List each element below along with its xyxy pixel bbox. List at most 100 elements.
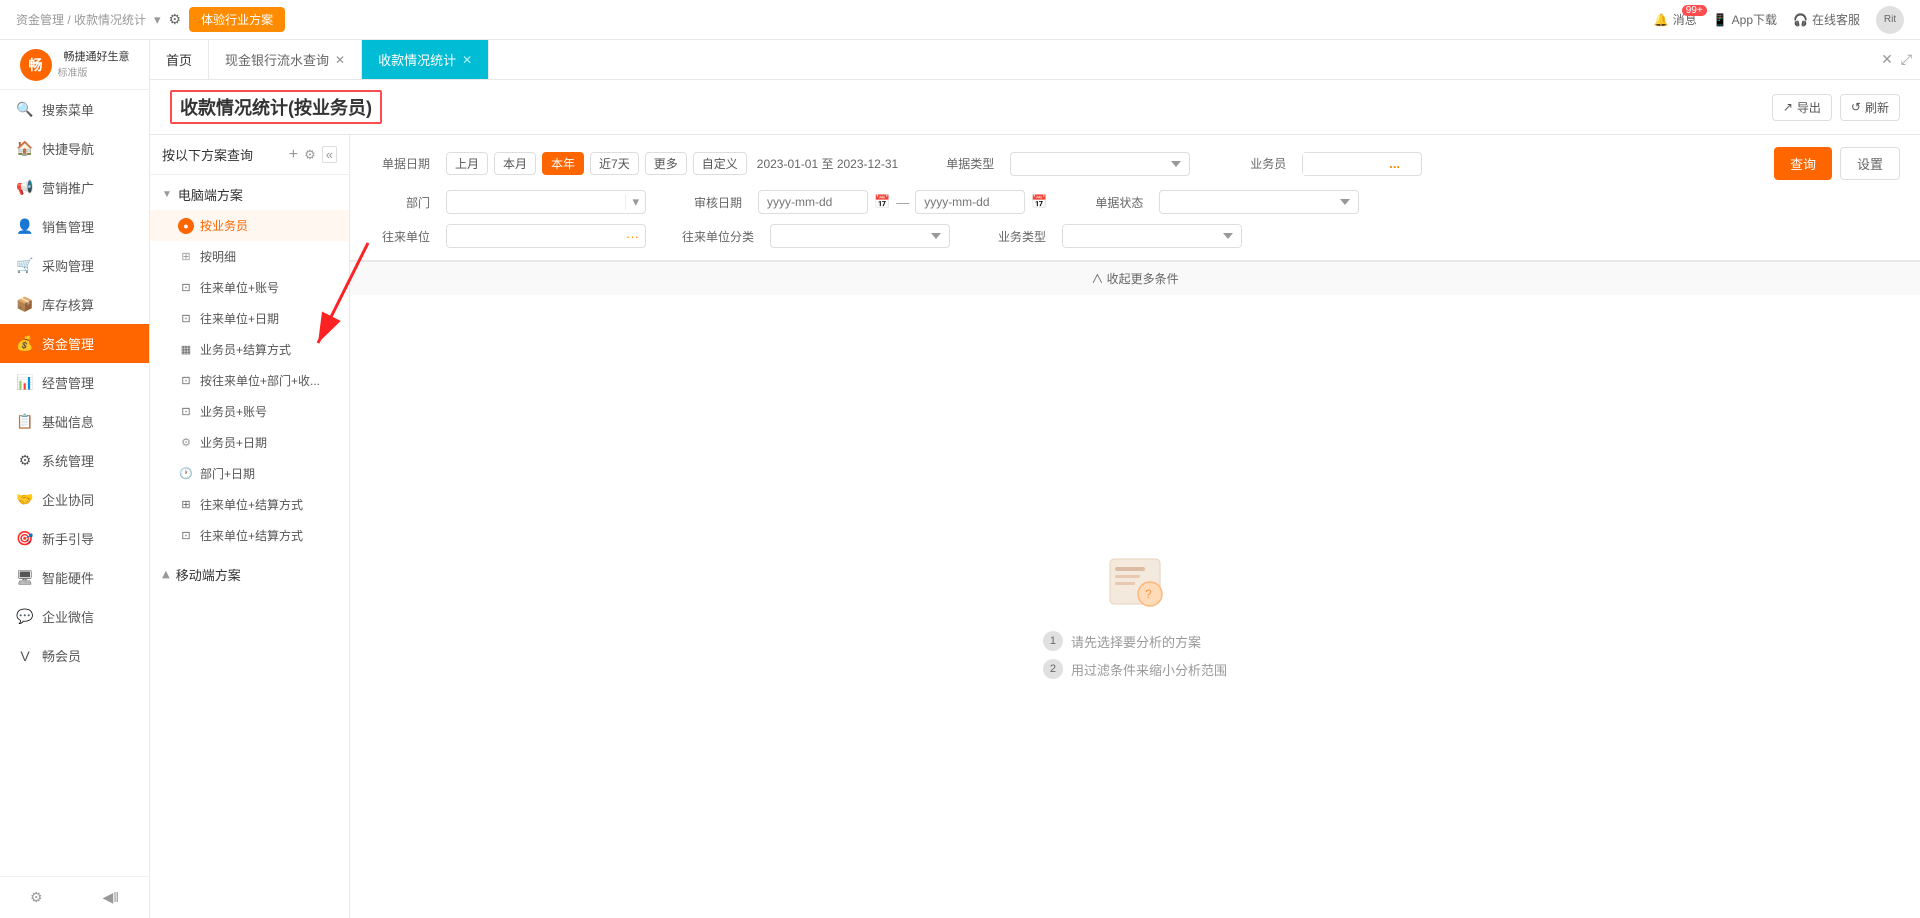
query-collapse-icon[interactable]: « bbox=[322, 146, 337, 163]
sidebar-item-finance[interactable]: 💰 资金管理 bbox=[0, 324, 149, 363]
top-bar-right: 🔔 消息 99+ 📱 App下载 🎧 在线客服 Rit bbox=[1654, 6, 1904, 34]
date-range-text: 2023-01-01 至 2023-12-31 bbox=[757, 155, 898, 172]
desktop-section-header[interactable]: ▼ 电脑端方案 bbox=[150, 179, 349, 210]
tab-maximize-btn[interactable]: ⤢ bbox=[1901, 51, 1912, 68]
trial-button[interactable]: 体验行业方案 bbox=[189, 7, 285, 32]
query-item-salesperson-settle[interactable]: ▦ 业务员+结算方式 bbox=[150, 334, 349, 365]
sidebar-item-smart-hw[interactable]: 🖥 智能硬件 bbox=[0, 558, 149, 597]
tab-close-btn[interactable]: ✕ bbox=[1881, 51, 1893, 68]
calendar-start-icon[interactable]: 📅 bbox=[874, 194, 890, 210]
online-service[interactable]: 🎧 在线客服 bbox=[1793, 11, 1860, 28]
date-btn-last-month[interactable]: 上月 bbox=[446, 152, 488, 175]
date-btn-custom[interactable]: 自定义 bbox=[693, 152, 747, 175]
unit-classify-select[interactable] bbox=[770, 224, 950, 248]
query-settings-icon[interactable]: ⚙ bbox=[304, 147, 316, 163]
audit-date-start[interactable] bbox=[758, 190, 868, 214]
unit-account-icon: ⊡ bbox=[178, 280, 194, 296]
unit-input-wrap: ··· bbox=[446, 224, 646, 248]
unit-settle1-icon: ⊞ bbox=[178, 497, 194, 513]
breadcrumb: 资金管理 / 收款情况统计 bbox=[16, 11, 146, 28]
sidebar-item-purchase[interactable]: 🛒 采购管理 bbox=[0, 246, 149, 285]
query-button[interactable]: 查询 bbox=[1774, 147, 1832, 180]
sidebar-item-quick-nav[interactable]: 🏠 快捷导航 bbox=[0, 129, 149, 168]
query-item-dept-date[interactable]: 🕐 部门+日期 bbox=[150, 458, 349, 489]
top-settings-icon[interactable]: ⚙ bbox=[169, 11, 182, 28]
dropdown-icon[interactable]: ▾ bbox=[154, 12, 161, 28]
dept-input[interactable] bbox=[447, 191, 625, 213]
page-content: 收款情况统计(按业务员) ↗ 导出 ↺ 刷新 bbox=[150, 80, 1920, 918]
refresh-button[interactable]: ↺ 刷新 bbox=[1840, 94, 1900, 121]
tab-bank-close[interactable]: ✕ bbox=[335, 53, 345, 67]
tab-home[interactable]: 首页 bbox=[150, 40, 209, 79]
sidebar-nav: 🔍 搜索菜单 🏠 快捷导航 📢 营销推广 👤 销售管理 🛒 采购管理 📦 bbox=[0, 90, 149, 876]
sidebar-item-base-info[interactable]: 📋 基础信息 bbox=[0, 402, 149, 441]
calendar-end-icon[interactable]: 📅 bbox=[1031, 194, 1047, 210]
date-btn-more[interactable]: 更多 bbox=[645, 152, 687, 175]
message-badge[interactable]: 🔔 消息 99+ bbox=[1654, 11, 1697, 28]
salesperson-input[interactable] bbox=[1303, 153, 1383, 175]
sidebar-item-label-inventory: 库存核算 bbox=[42, 295, 94, 314]
content-area: 首页 现金银行流水查询 ✕ 收款情况统计 ✕ ✕ ⤢ 收款情况统计(按业务员) bbox=[150, 40, 1920, 918]
edition-badge: 标准版 bbox=[58, 64, 130, 79]
salesperson-more-btn[interactable]: ... bbox=[1383, 156, 1406, 171]
dept-dropdown-icon[interactable]: ▾ bbox=[625, 194, 645, 210]
query-add-icon[interactable]: + bbox=[289, 146, 298, 164]
sidebar-item-guide[interactable]: 🎯 新手引导 bbox=[0, 519, 149, 558]
sidebar-item-label-finance: 资金管理 bbox=[42, 334, 94, 353]
date-btn-this-month[interactable]: 本月 bbox=[494, 152, 536, 175]
collapse-bar[interactable]: ∧ 收起更多条件 bbox=[350, 261, 1920, 295]
sidebar-item-marketing[interactable]: 📢 营销推广 bbox=[0, 168, 149, 207]
tab-collection-close[interactable]: ✕ bbox=[462, 53, 472, 67]
tab-bank[interactable]: 现金银行流水查询 ✕ bbox=[209, 40, 362, 79]
member-icon: V bbox=[16, 647, 34, 665]
sidebar-collapse-icon[interactable]: ◀‖ bbox=[94, 885, 127, 910]
empty-steps: 1 请先选择要分析的方案 2 用过滤条件来缩小分析范围 bbox=[1043, 631, 1227, 679]
query-item-unit-settle1[interactable]: ⊞ 往来单位+结算方式 bbox=[150, 489, 349, 520]
bell-icon: 🔔 bbox=[1654, 13, 1669, 27]
sidebar-item-wechat[interactable]: 💬 企业微信 bbox=[0, 597, 149, 636]
query-item-unit-dept-collect[interactable]: ⊡ 按往来单位+部门+收... bbox=[150, 365, 349, 396]
query-item-unit-account[interactable]: ⊡ 往来单位+账号 bbox=[150, 272, 349, 303]
query-item-salesperson-date[interactable]: ⚙ 业务员+日期 bbox=[150, 427, 349, 458]
user-avatar[interactable]: Rit bbox=[1876, 6, 1904, 34]
export-button[interactable]: ↗ 导出 bbox=[1772, 94, 1832, 121]
mobile-section-header[interactable]: ▶ 移动端方案 bbox=[150, 559, 349, 590]
date-btn-7days[interactable]: 近7天 bbox=[590, 152, 639, 175]
voucher-type-select[interactable] bbox=[1010, 152, 1190, 176]
salesperson-input-wrap: ... bbox=[1302, 152, 1422, 176]
business-type-select[interactable] bbox=[1062, 224, 1242, 248]
business-type-label: 业务类型 bbox=[986, 228, 1046, 245]
top-bar-left: 资金管理 / 收款情况统计 ▾ ⚙ 体验行业方案 bbox=[16, 7, 285, 32]
audit-date-end[interactable] bbox=[915, 190, 1025, 214]
empty-step-1: 1 请先选择要分析的方案 bbox=[1043, 631, 1227, 651]
query-panel-header: 按以下方案查询 + ⚙ « bbox=[150, 135, 349, 175]
sidebar-item-sales[interactable]: 👤 销售管理 bbox=[0, 207, 149, 246]
finance-icon: 💰 bbox=[16, 335, 34, 353]
tab-collection[interactable]: 收款情况统计 ✕ bbox=[362, 40, 489, 79]
tab-controls: ✕ ⤢ bbox=[1873, 40, 1920, 79]
sidebar-item-label-search: 搜索菜单 bbox=[42, 100, 94, 119]
sidebar-item-operation[interactable]: 📊 经营管理 bbox=[0, 363, 149, 402]
voucher-status-select[interactable] bbox=[1159, 190, 1359, 214]
voucher-status-label: 单据状态 bbox=[1083, 194, 1143, 211]
query-item-unit-date[interactable]: ⊡ 往来单位+日期 bbox=[150, 303, 349, 334]
query-item-by-salesperson[interactable]: ● 按业务员 bbox=[150, 210, 349, 241]
sidebar-settings-icon[interactable]: ⚙ bbox=[22, 885, 51, 910]
sidebar-item-search[interactable]: 🔍 搜索菜单 bbox=[0, 90, 149, 129]
unit-more-btn[interactable]: ··· bbox=[620, 229, 645, 244]
date-btn-this-year[interactable]: 本年 bbox=[542, 152, 584, 175]
sidebar-item-label-marketing: 营销推广 bbox=[42, 178, 94, 197]
settings-button[interactable]: 设置 bbox=[1840, 147, 1900, 180]
sidebar-item-enterprise[interactable]: 🤝 企业协同 bbox=[0, 480, 149, 519]
query-item-by-detail[interactable]: ⊞ 按明细 bbox=[150, 241, 349, 272]
sidebar-item-system[interactable]: ⚙ 系统管理 bbox=[0, 441, 149, 480]
sidebar-item-label-purchase: 采购管理 bbox=[42, 256, 94, 275]
sidebar-item-member[interactable]: V 畅会员 bbox=[0, 636, 149, 675]
query-item-unit-settle2[interactable]: ⊡ 往来单位+结算方式 bbox=[150, 520, 349, 551]
app-download[interactable]: 📱 App下载 bbox=[1713, 11, 1777, 28]
sidebar-item-inventory[interactable]: 📦 库存核算 bbox=[0, 285, 149, 324]
sidebar-item-label-system: 系统管理 bbox=[42, 451, 94, 470]
unit-input[interactable] bbox=[447, 225, 620, 247]
sidebar-item-label-sales: 销售管理 bbox=[42, 217, 94, 236]
query-item-salesperson-account[interactable]: ⊡ 业务员+账号 bbox=[150, 396, 349, 427]
